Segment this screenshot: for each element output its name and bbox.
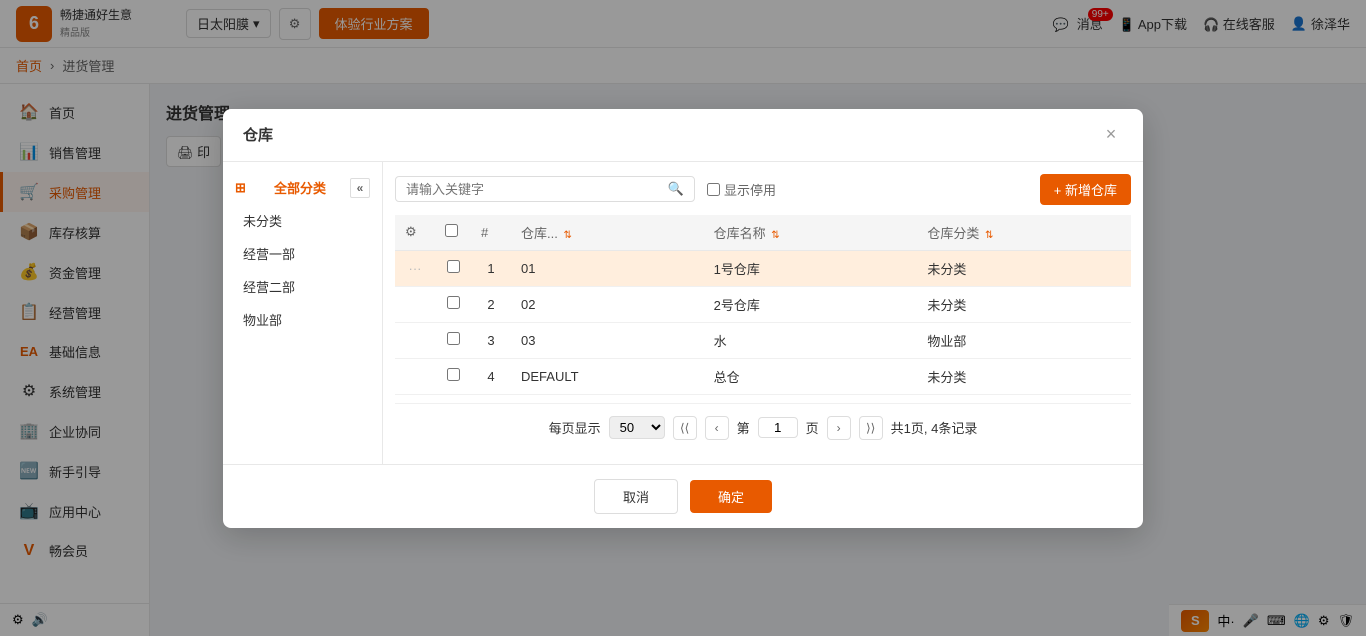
- warehouse-table: ⚙ # 仓库... ⇅: [395, 215, 1131, 395]
- category-item-property[interactable]: 物业部: [223, 303, 382, 336]
- row-check: [435, 358, 471, 394]
- col-category: 仓库分类 ⇅: [917, 215, 1131, 251]
- row-check: [435, 250, 471, 286]
- row-num: 3: [471, 322, 511, 358]
- dialog-footer: 取消 确定: [223, 464, 1143, 528]
- select-all-checkbox[interactable]: [445, 224, 458, 237]
- pagination: 每页显示 50 10 20 100 ⟨⟨ ‹ 第 页: [395, 403, 1131, 452]
- gear-column-icon[interactable]: ⚙: [405, 224, 417, 239]
- search-box: 🔍: [395, 176, 695, 202]
- prev-page-icon: ‹: [715, 421, 719, 435]
- cancel-button[interactable]: 取消: [594, 479, 678, 514]
- category-item-unclassified[interactable]: 未分类: [223, 204, 382, 237]
- row-num: 2: [471, 286, 511, 322]
- row-checkbox[interactable]: [447, 368, 460, 381]
- row-checkbox[interactable]: [447, 332, 460, 345]
- dialog-header: 仓库 ×: [223, 109, 1143, 162]
- row-category: 物业部: [917, 322, 1131, 358]
- all-category-label: 全部分类: [274, 178, 326, 197]
- row-name: 2号仓库: [704, 286, 918, 322]
- row-category: 未分类: [917, 358, 1131, 394]
- page-label-post: 页: [806, 418, 819, 437]
- dialog-title: 仓库: [243, 124, 273, 145]
- last-page-button[interactable]: ⟩⟩: [859, 416, 883, 440]
- row-name: 水: [704, 322, 918, 358]
- warehouse-dialog: 仓库 × ⊞ 全部分类 « 未分类 经营一部 经营二部: [223, 109, 1143, 528]
- per-page-select[interactable]: 50 10 20 100: [609, 416, 665, 439]
- add-warehouse-button[interactable]: + 新增仓库: [1040, 174, 1131, 205]
- col-num: #: [471, 215, 511, 251]
- show-disabled-checkbox[interactable]: [707, 183, 720, 196]
- category-item-dept2[interactable]: 经营二部: [223, 270, 382, 303]
- page-label-pre: 第: [737, 418, 750, 437]
- confirm-button[interactable]: 确定: [690, 480, 772, 513]
- page-number-input[interactable]: [758, 417, 798, 438]
- col-code: 仓库... ⇅: [511, 215, 704, 251]
- per-page-label: 每页显示: [549, 418, 601, 437]
- grid-icon: ⊞: [235, 180, 246, 196]
- table-container: ⚙ # 仓库... ⇅: [395, 215, 1131, 395]
- row-name: 1号仓库: [704, 250, 918, 286]
- row-category: 未分类: [917, 286, 1131, 322]
- search-input[interactable]: [406, 182, 668, 197]
- last-page-icon: ⟩⟩: [866, 421, 875, 435]
- row-code: 02: [511, 286, 704, 322]
- table-header-row: ⚙ # 仓库... ⇅: [395, 215, 1131, 251]
- next-page-icon: ›: [837, 421, 841, 435]
- table-panel: 🔍 显示停用 + 新增仓库 ⚙: [383, 162, 1143, 464]
- table-body: ··· 1 01 1号仓库 未分类: [395, 250, 1131, 394]
- next-page-button[interactable]: ›: [827, 416, 851, 440]
- show-disabled-toggle[interactable]: 显示停用: [707, 180, 776, 199]
- table-row[interactable]: 2 02 2号仓库 未分类: [395, 286, 1131, 322]
- row-category: 未分类: [917, 250, 1131, 286]
- table-row[interactable]: 4 DEFAULT 总仓 未分类: [395, 358, 1131, 394]
- row-checkbox[interactable]: [447, 296, 460, 309]
- row-actions: [395, 358, 435, 394]
- table-row[interactable]: 3 03 水 物业部: [395, 322, 1131, 358]
- total-info: 共1页, 4条记录: [891, 418, 978, 437]
- category-panel: ⊞ 全部分类 « 未分类 经营一部 经营二部 物业部: [223, 162, 383, 464]
- row-actions: ···: [395, 250, 435, 286]
- prev-page-button[interactable]: ‹: [705, 416, 729, 440]
- row-check: [435, 322, 471, 358]
- dialog-body: ⊞ 全部分类 « 未分类 经营一部 经营二部 物业部: [223, 162, 1143, 464]
- row-code: 01: [511, 250, 704, 286]
- row-more-icon[interactable]: ···: [409, 261, 422, 276]
- category-item-dept1[interactable]: 经营一部: [223, 237, 382, 270]
- row-checkbox[interactable]: [447, 260, 460, 273]
- modal-overlay: 仓库 × ⊞ 全部分类 « 未分类 经营一部 经营二部: [0, 0, 1366, 636]
- sort-category-icon[interactable]: ⇅: [985, 230, 993, 241]
- collapse-button[interactable]: «: [350, 178, 370, 198]
- search-icon[interactable]: 🔍: [668, 181, 684, 197]
- row-code: 03: [511, 322, 704, 358]
- row-num: 1: [471, 250, 511, 286]
- first-page-button[interactable]: ⟨⟨: [673, 416, 697, 440]
- row-num: 4: [471, 358, 511, 394]
- col-gear: ⚙: [395, 215, 435, 251]
- row-actions: [395, 322, 435, 358]
- row-check: [435, 286, 471, 322]
- row-actions: [395, 286, 435, 322]
- row-code: DEFAULT: [511, 358, 704, 394]
- col-name: 仓库名称 ⇅: [704, 215, 918, 251]
- sort-code-icon[interactable]: ⇅: [563, 230, 571, 241]
- table-toolbar: 🔍 显示停用 + 新增仓库: [395, 174, 1131, 205]
- dialog-close-button[interactable]: ×: [1099, 123, 1123, 147]
- first-page-icon: ⟨⟨: [680, 421, 689, 435]
- show-disabled-label: 显示停用: [724, 180, 776, 199]
- sort-name-icon[interactable]: ⇅: [771, 230, 779, 241]
- table-row[interactable]: ··· 1 01 1号仓库 未分类: [395, 250, 1131, 286]
- all-category-header[interactable]: ⊞ 全部分类 «: [223, 172, 382, 204]
- row-name: 总仓: [704, 358, 918, 394]
- col-check: [435, 215, 471, 251]
